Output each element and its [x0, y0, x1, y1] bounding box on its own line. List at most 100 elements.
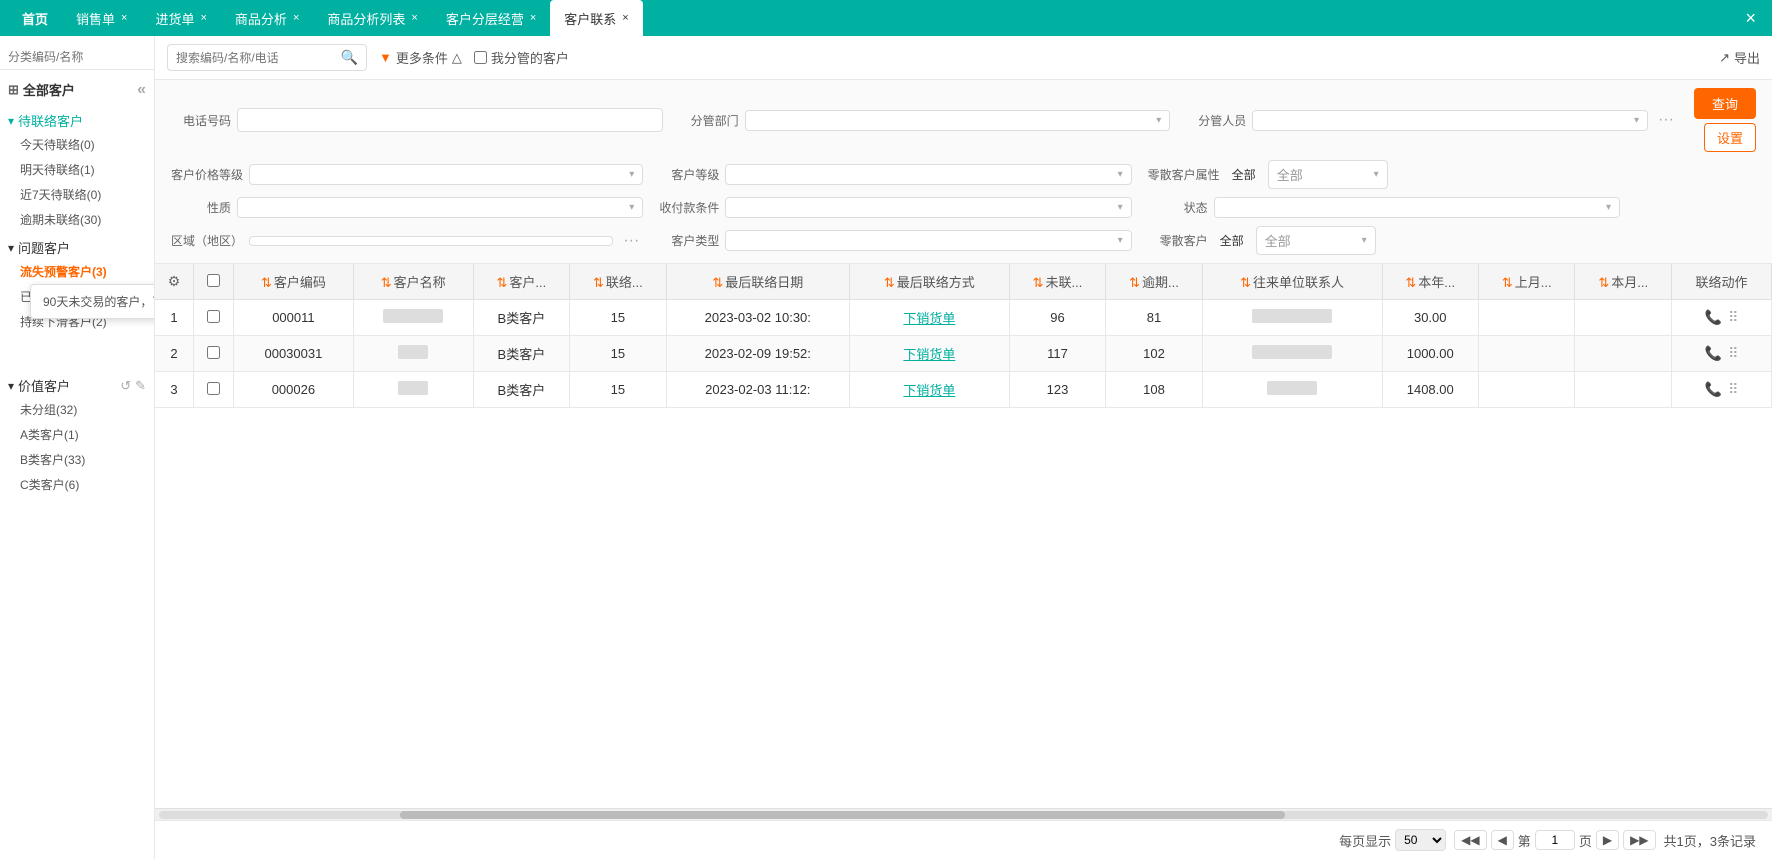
- my-customers-checkbox[interactable]: 我分管的客户: [474, 48, 569, 67]
- row1-select[interactable]: [207, 310, 220, 323]
- header-customer-name[interactable]: ⇅客户名称: [353, 264, 473, 300]
- price-grade-select[interactable]: ▾: [249, 164, 643, 185]
- row2-phone-icon[interactable]: 📞: [1705, 345, 1722, 362]
- person-select[interactable]: ▾: [1252, 110, 1648, 131]
- sidebar-search-input[interactable]: [8, 50, 155, 64]
- row2-checkbox[interactable]: [194, 336, 234, 372]
- close-sales-tab[interactable]: ×: [121, 12, 127, 24]
- horizontal-scrollbar[interactable]: [155, 808, 1772, 820]
- sidebar-section-value[interactable]: 价值客户 ↺ ✎: [0, 370, 154, 397]
- last-page-button[interactable]: ▶▶: [1623, 830, 1655, 850]
- row2-select[interactable]: [207, 346, 220, 359]
- nav-tab-purchase[interactable]: 进货单 ×: [141, 0, 220, 36]
- gear-icon[interactable]: ⚙: [168, 273, 181, 289]
- nav-tab-home[interactable]: 首页: [8, 0, 62, 36]
- export-button[interactable]: ↗ 导出: [1719, 48, 1760, 67]
- sidebar-item-ungrouped[interactable]: 未分组(32): [0, 397, 154, 422]
- close-purchase-tab[interactable]: ×: [200, 12, 206, 24]
- sidebar-item-today-contact[interactable]: 今天待联络(0): [0, 132, 154, 157]
- page-number-input[interactable]: [1535, 830, 1575, 850]
- filter-search-icon[interactable]: 🔍: [341, 49, 358, 66]
- close-customer-segment-tab[interactable]: ×: [530, 12, 536, 24]
- filter-search-input[interactable]: [176, 51, 341, 65]
- next-page-button[interactable]: ▶: [1596, 830, 1619, 850]
- close-goods-analysis-list-tab[interactable]: ×: [411, 12, 417, 24]
- header-this-month[interactable]: ⇅本月...: [1575, 264, 1671, 300]
- scrollbar-track[interactable]: [159, 811, 1768, 819]
- sidebar-item-churn-warning[interactable]: 流失预警客户(3): [0, 259, 154, 284]
- close-all-tabs-button[interactable]: ×: [1737, 8, 1764, 29]
- filter-funnel-icon: ▼: [379, 50, 392, 65]
- nature-select[interactable]: ▾: [237, 197, 643, 218]
- sidebar-item-7days-contact[interactable]: 近7天待联络(0): [0, 182, 154, 207]
- page-size-select[interactable]: 10 20 50 100: [1395, 829, 1446, 851]
- nav-tab-customer-contact[interactable]: 客户联系 ×: [550, 0, 642, 36]
- nav-tab-sales[interactable]: 销售单 ×: [62, 0, 141, 36]
- nav-tab-customer-segment[interactable]: 客户分层经营 ×: [432, 0, 550, 36]
- person-more-btn[interactable]: ···: [1654, 111, 1678, 129]
- payment-select[interactable]: ▾: [725, 197, 1131, 218]
- row2-more-icon[interactable]: ⠿: [1728, 345, 1738, 362]
- header-unit-contact[interactable]: ⇅往来单位联系人: [1202, 264, 1382, 300]
- row3-phone-icon[interactable]: 📞: [1705, 381, 1722, 398]
- select-all-checkbox[interactable]: [207, 274, 220, 287]
- customer-type-select[interactable]: ▾: [725, 230, 1131, 251]
- first-page-button[interactable]: ◀◀: [1454, 830, 1486, 850]
- row1-method-link[interactable]: 下销货单: [903, 311, 955, 326]
- row3-select[interactable]: [207, 382, 220, 395]
- header-customer-type[interactable]: ⇅客户...: [473, 264, 569, 300]
- sidebar-search-box[interactable]: 🔍: [0, 44, 154, 70]
- sidebar-item-overdue-contact[interactable]: 逾期未联络(30): [0, 207, 154, 232]
- sidebar-item-a-class[interactable]: A类客户(1): [0, 422, 154, 447]
- header-not-contacted[interactable]: ⇅未联...: [1009, 264, 1105, 300]
- edit-icon[interactable]: ✎: [135, 378, 146, 394]
- row2-method-link[interactable]: 下销货单: [903, 347, 955, 362]
- scattered-customer-select[interactable]: 全部 ▾: [1256, 226, 1376, 255]
- sidebar-section-problem[interactable]: 问题客户: [0, 232, 154, 259]
- scrollbar-thumb[interactable]: [400, 811, 1285, 819]
- nav-tab-goods-analysis-list[interactable]: 商品分析列表 ×: [313, 0, 431, 36]
- refresh-icon[interactable]: ↺: [120, 378, 131, 394]
- sidebar-all-customers[interactable]: ⊞ 全部客户 «: [0, 74, 154, 105]
- header-last-contact-method[interactable]: ⇅最后联络方式: [849, 264, 1009, 300]
- row3-method[interactable]: 下销货单: [849, 372, 1009, 408]
- my-customers-check[interactable]: [474, 51, 487, 64]
- header-this-year[interactable]: ⇅本年...: [1382, 264, 1478, 300]
- row3-checkbox[interactable]: [194, 372, 234, 408]
- header-contact-count[interactable]: ⇅联络...: [570, 264, 666, 300]
- sidebar-item-tomorrow-contact[interactable]: 明天待联络(1): [0, 157, 154, 182]
- header-last-contact-date[interactable]: ⇅最后联络日期: [666, 264, 849, 300]
- row1-more-icon[interactable]: ⠿: [1728, 309, 1738, 326]
- close-customer-contact-tab[interactable]: ×: [622, 12, 628, 24]
- page-size-selector[interactable]: 每页显示 10 20 50 100: [1339, 829, 1446, 851]
- header-checkbox[interactable]: [194, 264, 234, 300]
- region-more-btn[interactable]: ···: [619, 232, 643, 250]
- nav-tab-goods-analysis[interactable]: 商品分析 ×: [221, 0, 313, 36]
- sidebar-section-pending[interactable]: 待联络客户: [0, 105, 154, 132]
- row1-method[interactable]: 下销货单: [849, 300, 1009, 336]
- customer-grade-select[interactable]: ▾: [725, 164, 1131, 185]
- header-customer-code[interactable]: ⇅客户编码: [234, 264, 354, 300]
- more-conditions-button[interactable]: ▼ 更多条件 △: [379, 48, 462, 67]
- status-select[interactable]: ▾: [1214, 197, 1620, 218]
- header-gear[interactable]: ⚙: [155, 264, 194, 300]
- row2-method[interactable]: 下销货单: [849, 336, 1009, 372]
- scattered-attr-select[interactable]: 全部 ▾: [1268, 160, 1388, 189]
- header-last-month[interactable]: ⇅上月...: [1478, 264, 1574, 300]
- row1-checkbox[interactable]: [194, 300, 234, 336]
- sidebar-item-c-class[interactable]: C类客户(6): [0, 472, 154, 497]
- dept-select[interactable]: ▾: [745, 110, 1171, 131]
- row3-more-icon[interactable]: ⠿: [1728, 381, 1738, 398]
- close-goods-analysis-tab[interactable]: ×: [293, 12, 299, 24]
- phone-input[interactable]: [237, 108, 663, 132]
- settings-button[interactable]: 设置: [1704, 123, 1756, 152]
- prev-page-button[interactable]: ◀: [1491, 830, 1514, 850]
- row1-phone-icon[interactable]: 📞: [1705, 309, 1722, 326]
- header-overdue[interactable]: ⇅逾期...: [1106, 264, 1202, 300]
- filter-search-box[interactable]: 🔍: [167, 44, 367, 71]
- row3-method-link[interactable]: 下销货单: [903, 383, 955, 398]
- sidebar-item-b-class[interactable]: B类客户(33): [0, 447, 154, 472]
- region-select[interactable]: [249, 236, 613, 246]
- query-button[interactable]: 查询: [1694, 88, 1756, 119]
- sidebar-collapse-icon[interactable]: «: [137, 81, 146, 99]
